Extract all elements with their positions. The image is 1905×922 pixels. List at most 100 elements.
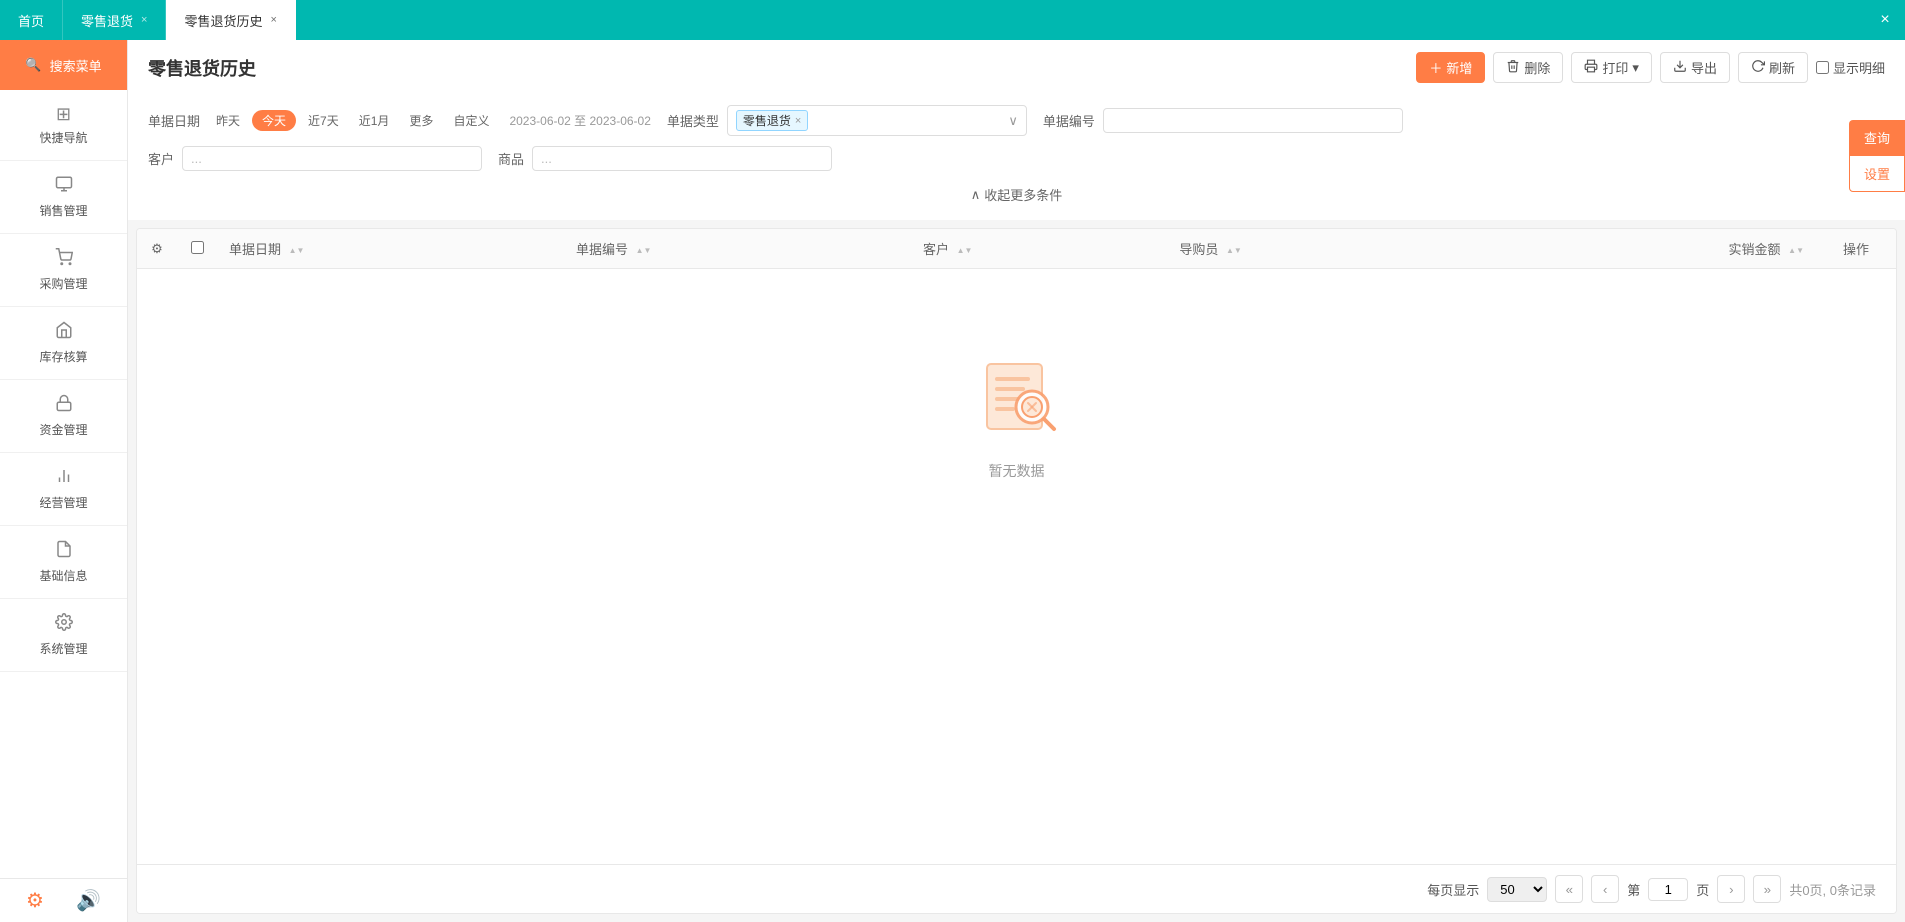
sidebar-item-sales-mgmt[interactable]: 销售管理 [0,161,127,234]
filter-doctype-label: 单据类型 [667,111,719,130]
sidebar-item-system[interactable]: 系统管理 [0,599,127,672]
table-header-row: ⚙ 单据日期 ▲▼ 单据编号 [137,229,1896,269]
th-operation: 操作 [1816,229,1896,269]
export-label: 导出 [1691,58,1717,77]
sidebar-item-operations[interactable]: 经营管理 [0,453,127,526]
set-button[interactable]: 设置 [1849,155,1905,192]
empty-state: 暂无数据 [137,269,1896,561]
print-button[interactable]: 打印 ▾ [1571,52,1652,83]
date-option-1month[interactable]: 近1月 [351,110,398,131]
quick-nav-icon: ⊞ [56,104,71,125]
tab-retail-return-history[interactable]: 零售退货历史 × [166,0,295,40]
table-scroll-container[interactable]: ⚙ 单据日期 ▲▼ 单据编号 [137,229,1896,864]
delete-icon [1506,59,1520,76]
sidebar-item-sales-mgmt-label: 销售管理 [39,202,87,219]
filter-goods-label: 商品 [498,149,524,168]
doctype-tag: 零售退货 × [736,110,808,131]
last-page-button[interactable]: » [1753,875,1781,903]
sidebar-item-quick-nav[interactable]: ⊞ 快捷导航 [0,90,127,161]
finance-icon [55,394,73,417]
date-range-text: 2023-06-02 至 2023-06-02 [509,112,650,129]
page-header-top: 零售退货历史 ＋ 新增 删除 [148,52,1885,83]
sidebar-item-inventory[interactable]: 库存核算 [0,307,127,380]
filter-date-label: 单据日期 [148,111,200,130]
per-page-select[interactable]: 50 10 20 100 [1487,877,1547,902]
prev-page-icon: ‹ [1603,882,1607,897]
show-detail-checkbox[interactable]: 显示明细 [1816,58,1885,77]
sidebar-item-purchase-mgmt-label: 采购管理 [39,275,87,292]
sidebar-item-purchase-mgmt[interactable]: 采购管理 [0,234,127,307]
tab-retail-return-history-close[interactable]: × [270,14,276,26]
settings-icon[interactable]: ⚙ [26,888,44,913]
date-option-7days[interactable]: 近7天 [300,110,347,131]
sort-amount-icon: ▲▼ [1788,246,1804,255]
th-checkbox[interactable] [177,229,217,269]
sidebar-nav: ⊞ 快捷导航 销售管理 采购管理 库存核算 [0,90,127,878]
filter-row-1: 单据日期 昨天 今天 近7天 近1月 更多 自定义 2023-06-02 至 2… [148,105,1885,136]
sidebar-search-label: 搜索菜单 [50,56,102,75]
table-settings-icon[interactable]: ⚙ [151,241,163,256]
prev-page-button[interactable]: ‹ [1591,875,1619,903]
layout: 🔍 搜索菜单 ⊞ 快捷导航 销售管理 采购管理 [0,40,1905,922]
sidebar-item-inventory-label: 库存核算 [39,348,87,365]
filter-customer-item: 客户 ... [148,146,482,171]
date-option-yesterday[interactable]: 昨天 [208,110,248,131]
filter-docnumber-item: 单据编号 [1043,108,1403,133]
volume-icon[interactable]: 🔊 [76,888,101,913]
tab-retail-return-close[interactable]: × [141,14,147,26]
filter-section: 零售退货历史 ＋ 新增 删除 [128,40,1905,220]
total-text: 共0页, 0条记录 [1789,880,1876,899]
sort-date-icon: ▲▼ [289,246,305,255]
first-page-button[interactable]: « [1555,875,1583,903]
filter-customer-select[interactable]: ... [182,146,482,171]
doctype-tag-close[interactable]: × [795,115,801,127]
filter-doctype-select[interactable]: 零售退货 × ∨ [727,105,1027,136]
refresh-label: 刷新 [1769,58,1795,77]
sidebar-item-finance[interactable]: 资金管理 [0,380,127,453]
th-settings[interactable]: ⚙ [137,229,177,269]
sidebar-item-finance-label: 资金管理 [39,421,87,438]
delete-button[interactable]: 删除 [1493,52,1563,83]
window-close-button[interactable]: × [1865,0,1905,40]
top-bar: 首页 零售退货 × 零售退货历史 × × [0,0,1905,40]
tab-home-label: 首页 [18,11,44,30]
page-label: 第 [1627,880,1640,899]
select-all-checkbox[interactable] [191,241,204,254]
next-page-button[interactable]: › [1717,875,1745,903]
filter-customer-label: 客户 [148,149,174,168]
th-date[interactable]: 单据日期 ▲▼ [217,229,564,269]
per-page-label: 每页显示 [1427,880,1479,899]
show-detail-input[interactable] [1816,61,1829,74]
filter-goods-select[interactable]: ... [532,146,832,171]
add-label: 新增 [1446,58,1472,77]
refresh-button[interactable]: 刷新 [1738,52,1808,83]
date-option-today[interactable]: 今天 [252,110,296,131]
pagination: 每页显示 50 10 20 100 « ‹ 第 页 [137,864,1896,913]
query-button[interactable]: 查询 [1849,120,1905,155]
tab-home[interactable]: 首页 [0,0,63,40]
sidebar-search[interactable]: 🔍 搜索菜单 [0,40,127,90]
purchase-mgmt-icon [55,248,73,271]
tab-retail-return-history-label: 零售退货历史 [184,11,262,30]
th-amount[interactable]: 实销金额 ▲▼ [1469,229,1816,269]
date-option-custom[interactable]: 自定义 [445,110,497,131]
collapse-button[interactable]: ∧ 收起更多条件 [971,185,1063,204]
filter-docnumber-input[interactable] [1103,108,1403,133]
date-option-more[interactable]: 更多 [401,110,441,131]
tab-retail-return[interactable]: 零售退货 × [63,0,166,40]
page-input[interactable] [1648,878,1688,901]
data-table: ⚙ 单据日期 ▲▼ 单据编号 [137,229,1896,269]
th-customer[interactable]: 客户 ▲▼ [911,229,1167,269]
search-icon: 🔍 [25,57,41,73]
export-button[interactable]: 导出 [1660,52,1730,83]
export-icon [1673,59,1687,76]
empty-text: 暂无数据 [989,461,1045,481]
sidebar-item-base-info[interactable]: 基础信息 [0,526,127,599]
tab-list: 首页 零售退货 × 零售退货历史 × [0,0,1865,40]
sidebar-footer: ⚙ 🔊 [0,878,127,922]
th-operation-label: 操作 [1843,242,1869,257]
th-number-label: 单据编号 [576,242,628,257]
add-button[interactable]: ＋ 新增 [1416,52,1485,83]
th-guide[interactable]: 导购员 ▲▼ [1167,229,1469,269]
th-number[interactable]: 单据编号 ▲▼ [564,229,911,269]
